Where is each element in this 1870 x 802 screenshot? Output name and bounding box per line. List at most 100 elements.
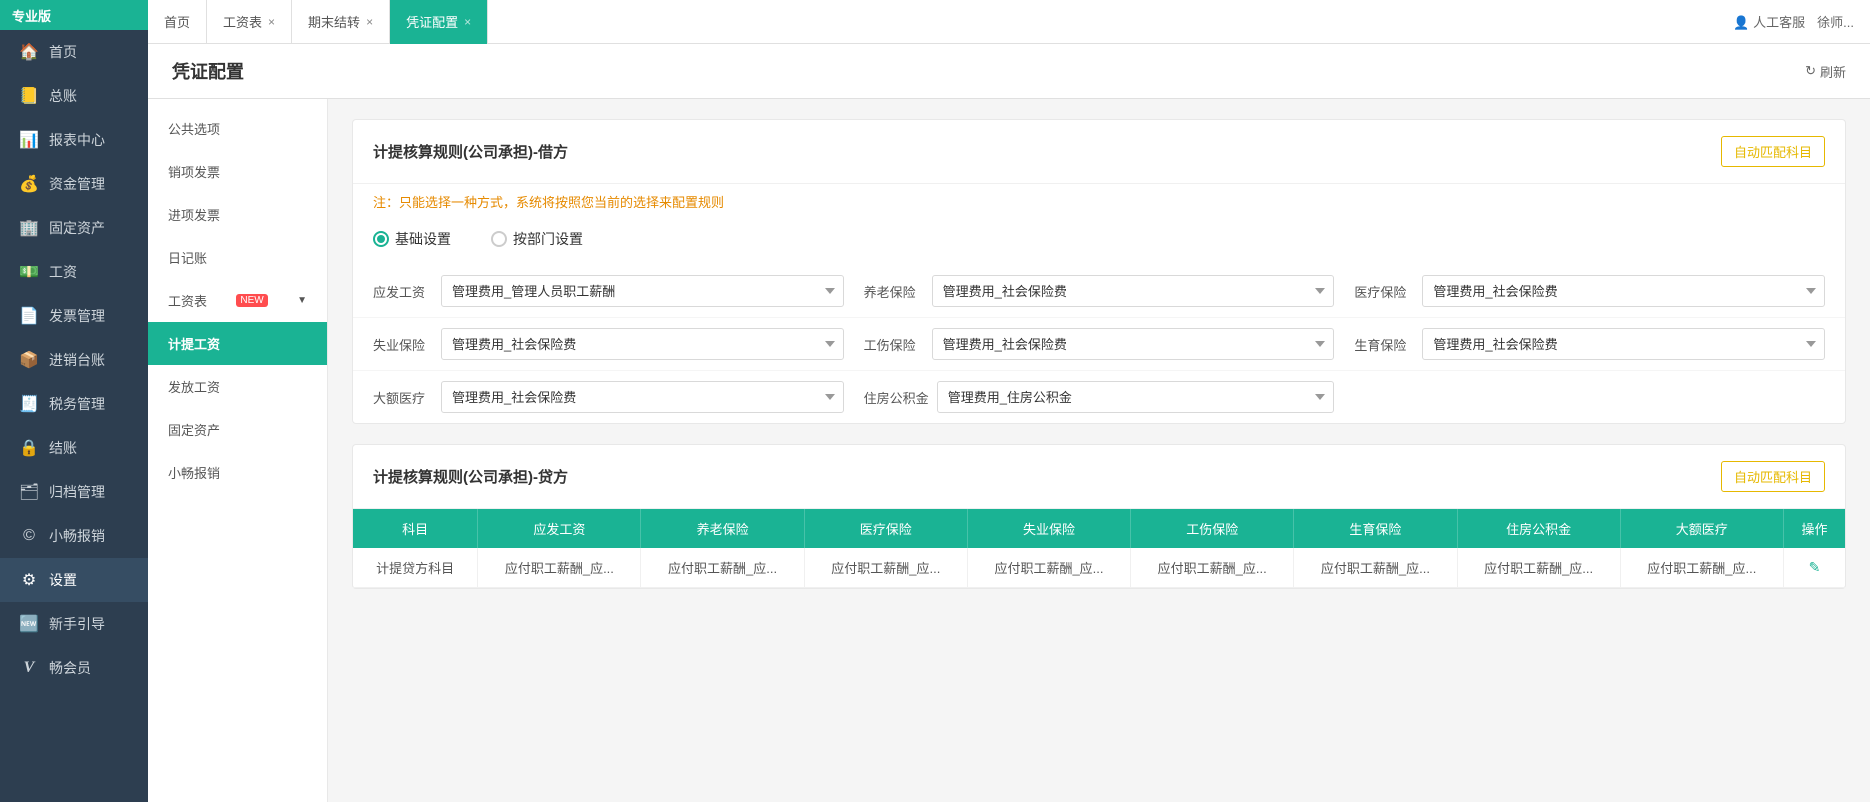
- label-gjj: 住房公积金: [864, 388, 929, 407]
- left-nav-payroll-table[interactable]: 工资表 NEW ▼: [148, 279, 327, 322]
- fixed-asset-icon: 🏢: [19, 218, 39, 238]
- th-yanglao: 养老保险: [641, 509, 804, 548]
- sidebar-item-member[interactable]: V 畅会员: [0, 646, 148, 690]
- left-nav-sale-invoice[interactable]: 销项发票: [148, 150, 327, 193]
- sidebar-item-label: 税务管理: [49, 394, 105, 414]
- select-gongshang[interactable]: 管理费用_社会保险费: [932, 328, 1335, 360]
- tab-payroll[interactable]: 工资表 ×: [207, 0, 292, 44]
- label-shiye: 失业保险: [373, 335, 433, 354]
- radio-basic-setting[interactable]: 基础设置: [373, 229, 451, 249]
- select-yanglao[interactable]: 管理费用_社会保险费: [932, 275, 1335, 307]
- select-gjj[interactable]: 管理费用_住房公积金: [937, 381, 1335, 413]
- right-content: 计提核算规则(公司承担)-借方 自动匹配科目 注：只能选择一种方式，系统将按照您…: [328, 99, 1870, 802]
- left-nav-label: 进项发票: [168, 205, 220, 224]
- sidebar-item-label: 畅会员: [49, 658, 91, 678]
- radio-dept-circle[interactable]: [491, 231, 507, 247]
- sidebar-item-label: 发票管理: [49, 306, 105, 326]
- sidebar-item-label: 首页: [49, 42, 77, 62]
- td-subject: 计提贷方科目: [353, 548, 478, 588]
- debit-section-header: 计提核算规则(公司承担)-借方 自动匹配科目: [353, 120, 1845, 184]
- credit-auto-match-button[interactable]: 自动匹配科目: [1721, 461, 1825, 492]
- home-icon: 🏠: [19, 42, 39, 62]
- th-yiliao: 医疗保险: [804, 509, 967, 548]
- brand-label: 专业版: [0, 0, 148, 30]
- tab-period-close[interactable]: 期末结转 ×: [292, 0, 390, 44]
- debit-note: 注：只能选择一种方式，系统将按照您当前的选择来配置规则: [353, 184, 1845, 219]
- page-header: 凭证配置 ↻ 刷新: [148, 44, 1870, 99]
- refresh-button[interactable]: ↻ 刷新: [1805, 62, 1846, 81]
- sidebar-item-report[interactable]: 📊 报表中心: [0, 118, 148, 162]
- sidebar-item-archive[interactable]: 🗂 归档管理: [0, 470, 148, 514]
- left-nav-xiaochange[interactable]: 小畅报销: [148, 451, 327, 494]
- left-nav-public-options[interactable]: 公共选项: [148, 107, 327, 150]
- tab-period-close-close[interactable]: ×: [366, 15, 373, 29]
- sidebar-item-close[interactable]: 🔒 结账: [0, 426, 148, 470]
- sidebar-item-settings[interactable]: ⚙ 设置: [0, 558, 148, 602]
- sidebar-item-label: 新手引导: [49, 614, 105, 634]
- tab-voucher-config-close[interactable]: ×: [464, 15, 471, 29]
- form-field-dale: 大额医疗 管理费用_社会保险费: [373, 381, 844, 413]
- sidebar-item-ledger[interactable]: 📒 总账: [0, 74, 148, 118]
- radio-basic-circle[interactable]: [373, 231, 389, 247]
- tab-home-label: 首页: [164, 12, 190, 31]
- select-yiliao[interactable]: 管理费用_社会保险费: [1422, 275, 1825, 307]
- left-nav-label: 固定资产: [168, 420, 220, 439]
- tab-payroll-label: 工资表: [223, 12, 262, 31]
- label-gongshang: 工伤保险: [864, 335, 924, 354]
- sidebar-item-label: 设置: [49, 570, 77, 590]
- td-gjj: 应付职工薪酬_应...: [1457, 548, 1620, 588]
- select-shiye[interactable]: 管理费用_社会保险费: [441, 328, 844, 360]
- select-dale[interactable]: 管理费用_社会保险费: [441, 381, 844, 413]
- sidebar-item-home[interactable]: 🏠 首页: [0, 30, 148, 74]
- debit-form-row-3: 大额医疗 管理费用_社会保险费 住房公积金 管理费用_住房公积金: [353, 371, 1845, 423]
- inventory-icon: 📦: [19, 350, 39, 370]
- credit-table: 科目 应发工资 养老保险 医疗保险 失业保险 工伤保险 生育保险 住房公积金 大…: [353, 509, 1845, 588]
- select-yingfa[interactable]: 管理费用_管理人员职工薪酬: [441, 275, 844, 307]
- fund-icon: 💰: [19, 174, 39, 194]
- edit-icon[interactable]: ✎: [1809, 559, 1821, 575]
- radio-dept-label: 按部门设置: [513, 229, 583, 249]
- sidebar-item-guide[interactable]: 🆕 新手引导: [0, 602, 148, 646]
- th-dale: 大额医疗: [1620, 509, 1783, 548]
- td-shiye: 应付职工薪酬_应...: [967, 548, 1130, 588]
- left-nav-purchase-invoice[interactable]: 进项发票: [148, 193, 327, 236]
- sidebar-item-fund[interactable]: 💰 资金管理: [0, 162, 148, 206]
- sidebar-item-fixed-asset[interactable]: 🏢 固定资产: [0, 206, 148, 250]
- tab-home[interactable]: 首页: [148, 0, 207, 44]
- label-shengyu: 生育保险: [1354, 335, 1414, 354]
- sidebar-item-label: 结账: [49, 438, 77, 458]
- main-area: 首页 工资表 × 期末结转 × 凭证配置 × 👤 人工客服 徐师... 凭证配置…: [148, 0, 1870, 802]
- tab-payroll-close[interactable]: ×: [268, 15, 275, 29]
- sidebar-item-xiaochange-report[interactable]: © 小畅报销: [0, 514, 148, 558]
- label-yanglao: 养老保险: [864, 282, 924, 301]
- th-shengyu: 生育保险: [1294, 509, 1457, 548]
- th-gongshang: 工伤保险: [1131, 509, 1294, 548]
- left-nav-distribute-payroll[interactable]: 发放工资: [148, 365, 327, 408]
- td-action[interactable]: ✎: [1783, 548, 1845, 588]
- radio-dept-setting[interactable]: 按部门设置: [491, 229, 583, 249]
- sidebar-item-invoice[interactable]: 📄 发票管理: [0, 294, 148, 338]
- guide-icon: 🆕: [19, 614, 39, 634]
- sidebar-item-label: 报表中心: [49, 130, 105, 150]
- sidebar-item-inventory[interactable]: 📦 进销台账: [0, 338, 148, 382]
- label-dale: 大额医疗: [373, 388, 433, 407]
- debit-form-row-2: 失业保险 管理费用_社会保险费 工伤保险 管理费用_社会保险费 生育保险: [353, 318, 1845, 371]
- left-nav-fixed-asset[interactable]: 固定资产: [148, 408, 327, 451]
- sidebar-item-label: 工资: [49, 262, 77, 282]
- left-nav-calc-payroll[interactable]: 计提工资: [148, 322, 327, 365]
- ledger-icon: 📒: [19, 86, 39, 106]
- archive-icon: 🗂: [19, 482, 39, 502]
- debit-auto-match-button[interactable]: 自动匹配科目: [1721, 136, 1825, 167]
- form-field-yiliao: 医疗保险 管理费用_社会保险费: [1354, 275, 1825, 307]
- select-shengyu[interactable]: 管理费用_社会保险费: [1422, 328, 1825, 360]
- refresh-icon: ↻: [1805, 63, 1816, 79]
- sidebar-item-payroll[interactable]: 💵 工资: [0, 250, 148, 294]
- sidebar-item-label: 进销台账: [49, 350, 105, 370]
- expand-icon: ▼: [297, 295, 307, 306]
- sidebar-item-tax[interactable]: 🧾 税务管理: [0, 382, 148, 426]
- credit-section-title: 计提核算规则(公司承担)-贷方: [373, 466, 568, 487]
- left-nav-journal[interactable]: 日记账: [148, 236, 327, 279]
- tab-voucher-config[interactable]: 凭证配置 ×: [390, 0, 488, 44]
- left-nav-label: 小畅报销: [168, 463, 220, 482]
- xiaochange-report-icon: ©: [19, 527, 39, 545]
